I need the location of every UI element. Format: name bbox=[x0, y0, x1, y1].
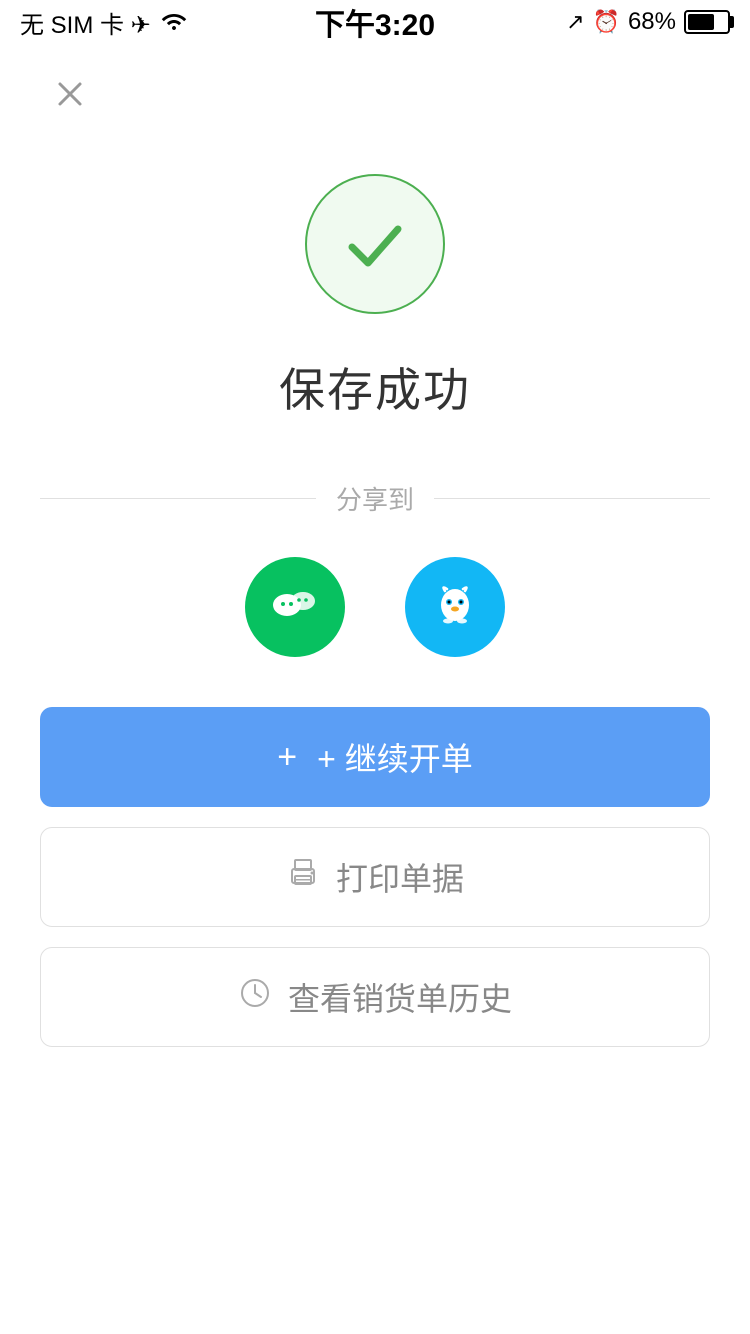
close-button[interactable] bbox=[40, 64, 100, 124]
divider-right bbox=[434, 498, 710, 499]
plus-icon: + bbox=[277, 738, 297, 777]
divider-left bbox=[40, 498, 316, 499]
status-time: 下午3:20 bbox=[315, 0, 435, 44]
checkmark-icon bbox=[340, 209, 410, 279]
share-icons-row bbox=[40, 557, 710, 657]
wifi-icon bbox=[159, 8, 189, 36]
status-right: ↗ ⏰ 68% bbox=[566, 8, 730, 36]
print-button[interactable]: 打印单据 bbox=[40, 827, 710, 927]
success-circle bbox=[305, 174, 445, 314]
status-bar: 无 SIM 卡 ✈ 下午3:20 ↗ ⏰ 68% bbox=[0, 0, 750, 44]
clock-icon bbox=[238, 976, 272, 1018]
share-divider: 分享到 bbox=[40, 480, 710, 517]
sim-status: 无 SIM 卡 ✈ bbox=[20, 5, 151, 40]
share-section: 分享到 bbox=[40, 480, 710, 657]
close-icon bbox=[52, 76, 88, 112]
share-qq-button[interactable] bbox=[405, 557, 505, 657]
continue-button[interactable]: + + 继续开单 bbox=[40, 707, 710, 807]
printer-icon bbox=[286, 856, 320, 898]
print-label: 打印单据 bbox=[336, 854, 464, 900]
success-title: 保存成功 bbox=[279, 354, 471, 420]
history-button[interactable]: 查看销货单历史 bbox=[40, 947, 710, 1047]
action-buttons: + + 继续开单 打印单据 bbox=[40, 707, 710, 1047]
share-wechat-button[interactable] bbox=[245, 557, 345, 657]
status-left: 无 SIM 卡 ✈ bbox=[20, 5, 189, 40]
main-content: 保存成功 分享到 bbox=[0, 44, 750, 1334]
battery-percent: 68% bbox=[628, 8, 676, 36]
success-area: 保存成功 bbox=[40, 144, 710, 470]
qq-icon bbox=[425, 577, 485, 637]
location-icon: ↗ bbox=[566, 9, 584, 35]
history-label: 查看销货单历史 bbox=[288, 974, 512, 1020]
alarm-icon: ⏰ bbox=[593, 9, 620, 35]
battery-icon bbox=[684, 10, 730, 34]
continue-label: + 继续开单 bbox=[317, 734, 473, 780]
wechat-icon bbox=[265, 577, 325, 637]
share-label: 分享到 bbox=[336, 480, 414, 517]
